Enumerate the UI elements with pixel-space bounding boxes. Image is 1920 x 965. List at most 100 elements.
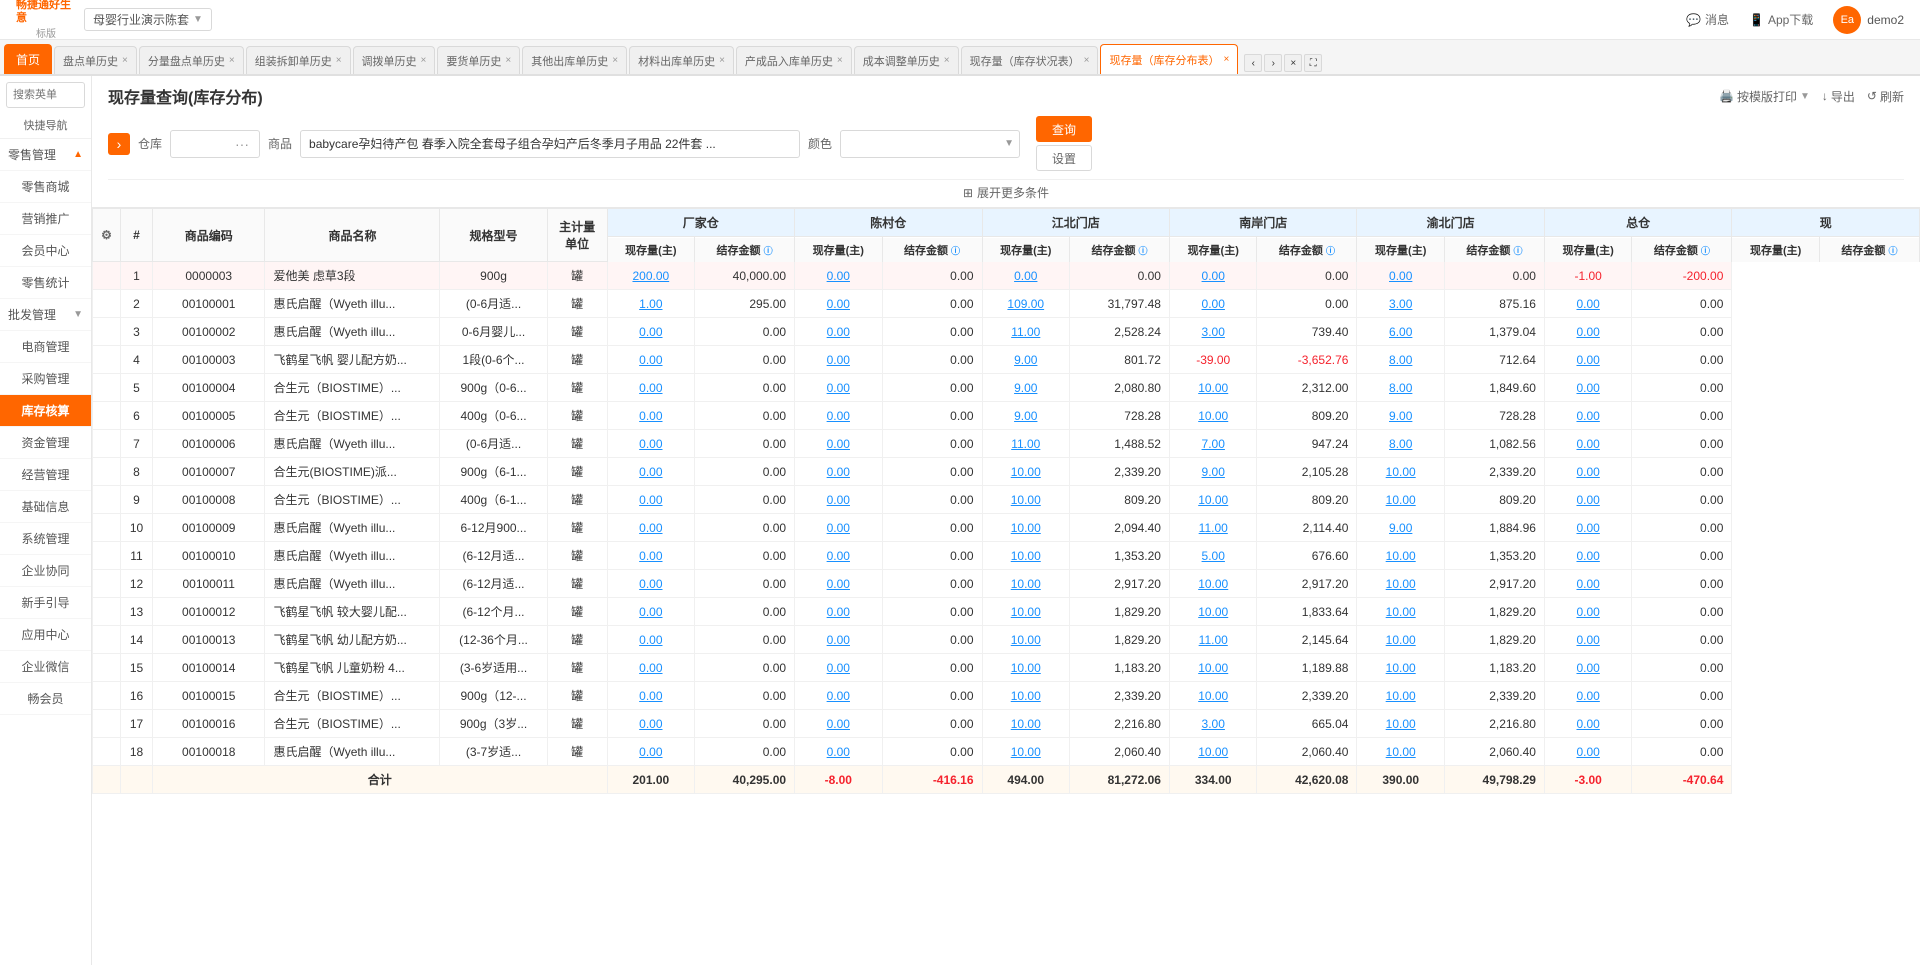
td-total-qty[interactable]: -1.00 <box>1544 262 1631 290</box>
td-w4-qty[interactable]: 10.00 <box>1169 654 1256 682</box>
warehouse-input[interactable] <box>175 137 235 151</box>
td-w5-qty[interactable]: 10.00 <box>1357 486 1444 514</box>
td-total-qty[interactable]: 0.00 <box>1544 514 1631 542</box>
sidebar-item-operations[interactable]: 经营管理 <box>0 459 91 491</box>
td-w2-qty[interactable]: 0.00 <box>795 542 882 570</box>
td-w3-qty[interactable]: 10.00 <box>982 682 1069 710</box>
td-w2-qty[interactable]: 0.00 <box>795 570 882 598</box>
td-total-qty[interactable]: 0.00 <box>1544 430 1631 458</box>
quick-nav-item[interactable]: 快捷导航 <box>0 112 91 139</box>
td-w3-qty[interactable]: 10.00 <box>982 458 1069 486</box>
td-w3-qty[interactable]: 10.00 <box>982 542 1069 570</box>
td-total-qty[interactable]: 0.00 <box>1544 346 1631 374</box>
sidebar-item-member2[interactable]: 畅会员 <box>0 683 91 715</box>
td-w4-qty[interactable]: 0.00 <box>1169 290 1256 318</box>
td-w3-qty[interactable]: 9.00 <box>982 374 1069 402</box>
td-w1-qty[interactable]: 1.00 <box>607 290 694 318</box>
td-w1-qty[interactable]: 0.00 <box>607 346 694 374</box>
td-w2-qty[interactable]: 0.00 <box>795 458 882 486</box>
sidebar-item-basics[interactable]: 基础信息 <box>0 491 91 523</box>
td-w1-qty[interactable]: 0.00 <box>607 374 694 402</box>
sidebar-item-app-center[interactable]: 应用中心 <box>0 619 91 651</box>
td-w4-qty[interactable]: 10.00 <box>1169 570 1256 598</box>
td-w5-qty[interactable]: 10.00 <box>1357 654 1444 682</box>
td-w4-qty[interactable]: 0.00 <box>1169 262 1256 290</box>
tab-transfer[interactable]: 调拨单历史 × <box>353 46 436 74</box>
td-total-qty[interactable]: 0.00 <box>1544 570 1631 598</box>
settings-btn[interactable]: 设置 <box>1036 145 1092 171</box>
td-w2-qty[interactable]: 0.00 <box>795 598 882 626</box>
sidebar-item-finance[interactable]: 资金管理 <box>0 427 91 459</box>
filter-expand-btn[interactable]: › <box>108 133 130 155</box>
td-w4-qty[interactable]: 5.00 <box>1169 542 1256 570</box>
td-w2-qty[interactable]: 0.00 <box>795 290 882 318</box>
td-w5-qty[interactable]: 10.00 <box>1357 710 1444 738</box>
tab-close-icon[interactable]: × <box>229 55 235 66</box>
sidebar-item-retail-mgmt[interactable]: 零售管理 ▲ <box>0 139 91 171</box>
td-total-qty[interactable]: 0.00 <box>1544 738 1631 766</box>
td-w3-qty[interactable]: 10.00 <box>982 598 1069 626</box>
td-w4-qty[interactable]: 3.00 <box>1169 710 1256 738</box>
td-w4-qty[interactable]: 10.00 <box>1169 682 1256 710</box>
td-w5-qty[interactable]: 8.00 <box>1357 430 1444 458</box>
td-total-qty[interactable]: 0.00 <box>1544 682 1631 710</box>
tab-close-all-btn[interactable]: × <box>1284 54 1302 72</box>
sidebar-item-retail-stats[interactable]: 零售统计 <box>0 267 91 299</box>
refresh-btn[interactable]: ↺ 刷新 <box>1867 88 1904 105</box>
td-w3-qty[interactable]: 109.00 <box>982 290 1069 318</box>
td-w4-qty[interactable]: 11.00 <box>1169 626 1256 654</box>
td-w1-qty[interactable]: 0.00 <box>607 542 694 570</box>
tab-cost-adjust[interactable]: 成本调整单历史 × <box>854 46 959 74</box>
tab-close-icon[interactable]: × <box>505 55 511 66</box>
td-total-qty[interactable]: 0.00 <box>1544 542 1631 570</box>
td-w2-qty[interactable]: 0.00 <box>795 318 882 346</box>
td-w2-qty[interactable]: 0.00 <box>795 738 882 766</box>
td-w3-qty[interactable]: 10.00 <box>982 738 1069 766</box>
td-w2-qty[interactable]: 0.00 <box>795 262 882 290</box>
tab-requisition[interactable]: 要货单历史 × <box>437 46 520 74</box>
tab-close-icon[interactable]: × <box>336 55 342 66</box>
td-w1-qty[interactable]: 0.00 <box>607 318 694 346</box>
td-w2-qty[interactable]: 0.00 <box>795 626 882 654</box>
tab-close-icon[interactable]: × <box>719 55 725 66</box>
td-w3-qty[interactable]: 9.00 <box>982 402 1069 430</box>
sidebar-item-member[interactable]: 会员中心 <box>0 235 91 267</box>
export-btn[interactable]: ↓ 导出 <box>1822 88 1855 105</box>
td-w4-qty[interactable]: 10.00 <box>1169 402 1256 430</box>
td-w5-qty[interactable]: 8.00 <box>1357 346 1444 374</box>
tab-assembly[interactable]: 组装拆卸单历史 × <box>246 46 351 74</box>
td-w4-qty[interactable]: 11.00 <box>1169 514 1256 542</box>
td-total-qty[interactable]: 0.00 <box>1544 598 1631 626</box>
td-w4-qty[interactable]: -39.00 <box>1169 346 1256 374</box>
app-download-btn[interactable]: 📱 App下载 <box>1749 11 1813 28</box>
td-w4-qty[interactable]: 7.00 <box>1169 430 1256 458</box>
td-w1-qty[interactable]: 200.00 <box>607 262 694 290</box>
td-total-qty[interactable]: 0.00 <box>1544 374 1631 402</box>
tab-stock-status[interactable]: 现存量（库存状况表） × <box>961 46 1099 74</box>
sidebar-item-ecommerce[interactable]: 电商管理 <box>0 331 91 363</box>
td-total-qty[interactable]: 0.00 <box>1544 290 1631 318</box>
td-w5-qty[interactable]: 9.00 <box>1357 514 1444 542</box>
td-w4-qty[interactable]: 10.00 <box>1169 486 1256 514</box>
td-w5-qty[interactable]: 10.00 <box>1357 458 1444 486</box>
td-w5-qty[interactable]: 10.00 <box>1357 738 1444 766</box>
td-w2-qty[interactable]: 0.00 <box>795 374 882 402</box>
sidebar-item-enterprise[interactable]: 企业协同 <box>0 555 91 587</box>
td-w3-qty[interactable]: 10.00 <box>982 626 1069 654</box>
td-w2-qty[interactable]: 0.00 <box>795 682 882 710</box>
td-w2-qty[interactable]: 0.00 <box>795 710 882 738</box>
tab-close-icon[interactable]: × <box>944 55 950 66</box>
td-w1-qty[interactable]: 0.00 <box>607 738 694 766</box>
sidebar-item-inventory[interactable]: 库存核算 <box>0 395 91 427</box>
user-area[interactable]: Ea demo2 <box>1833 6 1904 34</box>
td-w2-qty[interactable]: 0.00 <box>795 514 882 542</box>
tab-close-icon[interactable]: × <box>122 55 128 66</box>
td-w5-qty[interactable]: 9.00 <box>1357 402 1444 430</box>
td-w2-qty[interactable]: 0.00 <box>795 402 882 430</box>
tab-inventory-single[interactable]: 盘点单历史 × <box>54 46 137 74</box>
query-btn[interactable]: 查询 <box>1036 116 1092 142</box>
td-w1-qty[interactable]: 0.00 <box>607 570 694 598</box>
td-total-qty[interactable]: 0.00 <box>1544 486 1631 514</box>
td-w4-qty[interactable]: 10.00 <box>1169 738 1256 766</box>
td-w3-qty[interactable]: 10.00 <box>982 486 1069 514</box>
